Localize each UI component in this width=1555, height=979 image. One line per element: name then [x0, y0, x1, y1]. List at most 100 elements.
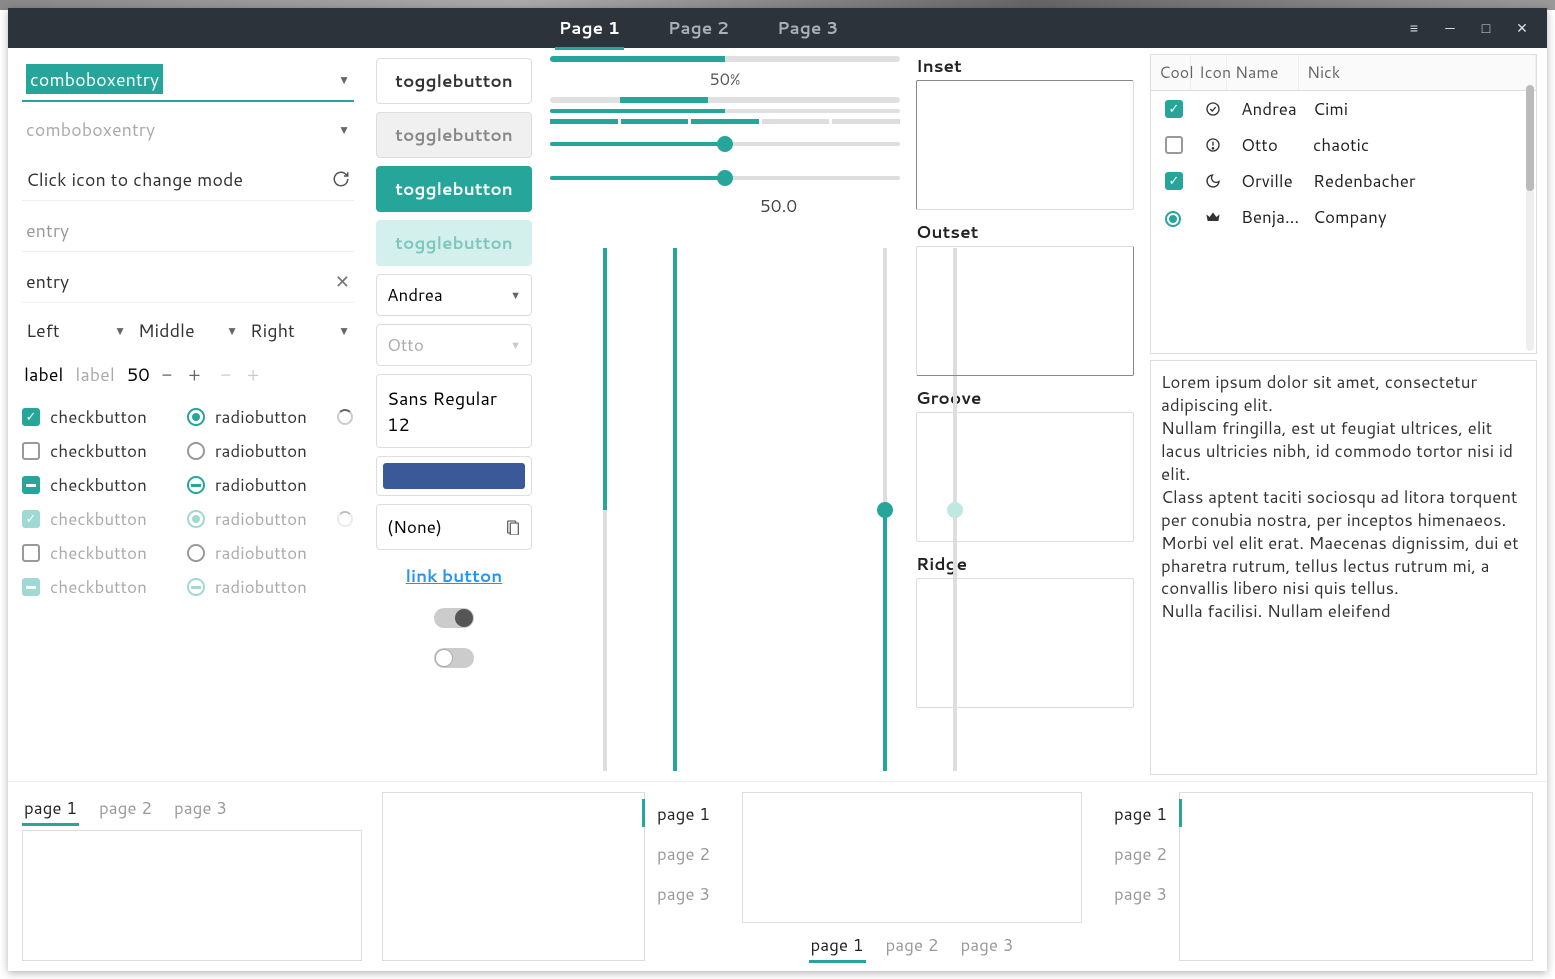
nb-tab[interactable]: page 2 [97, 792, 154, 824]
cell-name: Benja… [1235, 203, 1307, 231]
spinbutton[interactable]: 50 − + [127, 361, 205, 387]
link-button[interactable]: link button [376, 558, 532, 594]
chevron-down-icon: ▼ [510, 337, 521, 353]
right-panel: Cool Icon Name Nick ✓ Andrea Cimi [1140, 48, 1547, 781]
mode-entry[interactable]: Click icon to change mode [22, 158, 354, 201]
scale-vertical-1[interactable] [590, 248, 620, 771]
nb-tab[interactable]: page 1 [655, 798, 712, 830]
chevron-down-icon: ▼ [226, 322, 238, 339]
table-row[interactable]: ✓ Orville Redenbacher [1151, 163, 1536, 199]
entry-text: Click icon to change mode [26, 166, 243, 192]
nb-tab[interactable]: page 2 [655, 838, 712, 870]
radio-label: radiobutton [215, 473, 307, 497]
plus-icon[interactable]: + [184, 361, 204, 387]
checkbutton: ✓checkbutton [22, 507, 147, 531]
frames-panel: Inset Outset Groove Ridge [910, 48, 1140, 781]
cell-nick: Company [1307, 203, 1528, 231]
combo-middle[interactable]: Middle▼ [134, 311, 242, 349]
maximize-button[interactable]: □ [1475, 17, 1497, 39]
hamburger-icon[interactable]: ≡ [1403, 17, 1425, 39]
nb-tab[interactable]: page 2 [884, 929, 941, 961]
togglebutton[interactable]: togglebutton [376, 112, 532, 158]
radiobutton[interactable]: radiobutton [187, 405, 353, 429]
progressbar-activity [550, 97, 900, 103]
nb-tab[interactable]: page 3 [172, 792, 229, 824]
scale-vertical-3[interactable] [870, 248, 900, 771]
column-name[interactable]: Name [1227, 55, 1299, 90]
combo-right[interactable]: Right▼ [246, 311, 354, 349]
clear-icon[interactable]: ✕ [335, 268, 350, 294]
checkbox-icon[interactable]: ✓ [1165, 172, 1183, 190]
nb-tab[interactable]: page 1 [1112, 798, 1169, 830]
radiobutton[interactable]: radiobutton [187, 439, 353, 463]
checkbox-icon[interactable] [1165, 136, 1183, 154]
header-tab-page2[interactable]: Page 2 [664, 8, 733, 48]
column-nick[interactable]: Nick [1299, 55, 1536, 90]
checkbutton[interactable]: ✓checkbutton [22, 405, 147, 429]
comboboxentry-active[interactable]: comboboxentry ▼ [22, 58, 354, 102]
file-chooser-button[interactable]: (None) [376, 504, 532, 550]
checkbutton: checkbutton [22, 575, 147, 599]
entry-with-clear[interactable]: entry ✕ [22, 260, 354, 303]
radio-column: radiobutton radiobutton radiobutton radi… [187, 405, 353, 599]
static-label-dim: label [75, 361, 114, 387]
textview[interactable]: Lorem ipsum dolor sit amet, consectetur … [1150, 360, 1537, 775]
radiobutton[interactable]: radiobutton [187, 473, 353, 497]
switch-off[interactable] [434, 648, 474, 668]
close-button[interactable]: ✕ [1511, 17, 1533, 39]
minus-icon[interactable]: − [158, 361, 177, 387]
nb-page [22, 830, 362, 961]
nb-tab[interactable]: page 3 [959, 929, 1016, 961]
radio-label: radiobutton [215, 405, 307, 429]
plus-icon: + [243, 361, 263, 387]
checkbutton: checkbutton [22, 541, 147, 565]
static-label: label [24, 361, 63, 387]
minimize-button[interactable]: — [1439, 17, 1461, 39]
notebook-top-tabs: page 1 page 2 page 3 [22, 792, 362, 961]
checkbox-icon[interactable]: ✓ [1165, 100, 1183, 118]
togglebutton[interactable]: togglebutton [376, 58, 532, 104]
checkbutton[interactable]: checkbutton [22, 473, 147, 497]
nb-tab[interactable]: page 3 [655, 878, 712, 910]
treeview-header: Cool Icon Name Nick [1151, 55, 1536, 91]
nb-tab[interactable]: page 1 [809, 929, 866, 961]
column-cool[interactable]: Cool [1151, 55, 1191, 90]
checkbutton[interactable]: checkbutton [22, 439, 147, 463]
entry-empty[interactable]: entry [22, 209, 354, 252]
table-row[interactable]: Otto chaotic [1151, 127, 1536, 163]
table-row[interactable]: ✓ Andrea Cimi [1151, 91, 1536, 127]
left-panel: comboboxentry ▼ comboboxentry ▼ Click ic… [8, 48, 368, 781]
frame-inset: Inset [916, 54, 1134, 210]
combo-andrea[interactable]: Andrea▼ [376, 274, 532, 316]
scrollbar[interactable] [1526, 85, 1534, 351]
nb-tab[interactable]: page 1 [22, 792, 79, 824]
notebook-right-tabs: page 1 page 2 page 3 [1102, 792, 1533, 961]
font-button[interactable]: Sans Regular 12 [376, 374, 532, 448]
column-icon[interactable]: Icon [1191, 55, 1227, 90]
color-swatch [383, 463, 525, 489]
header-tab-page3[interactable]: Page 3 [773, 8, 842, 48]
radio-icon [187, 476, 205, 494]
combo-left[interactable]: Left▼ [22, 311, 130, 349]
treeview[interactable]: Cool Icon Name Nick ✓ Andrea Cimi [1150, 54, 1537, 354]
switch-on[interactable] [434, 608, 474, 628]
scale-horizontal-1[interactable] [550, 130, 900, 158]
radio-icon[interactable] [1165, 211, 1181, 227]
checkbox-icon: ✓ [22, 408, 40, 426]
nb-tab[interactable]: page 3 [1112, 878, 1169, 910]
frame-label: Outset [916, 220, 1134, 244]
scale-vertical-2[interactable] [660, 248, 690, 771]
color-button[interactable] [376, 456, 532, 496]
refresh-icon[interactable] [332, 170, 350, 188]
nb-tab[interactable]: page 2 [1112, 838, 1169, 870]
warning-icon [1199, 135, 1235, 155]
table-row[interactable]: Benja… Company [1151, 199, 1536, 235]
comboboxentry-disabled: comboboxentry ▼ [22, 110, 354, 150]
spinner-icon [337, 409, 353, 425]
chevron-down-icon: ▼ [338, 121, 350, 138]
header-tab-page1[interactable]: Page 1 [555, 8, 624, 48]
chevron-down-icon: ▼ [510, 287, 521, 303]
header-tabs: Page 1 Page 2 Page 3 [535, 8, 862, 48]
scale-horizontal-2[interactable] [550, 164, 900, 192]
togglebutton[interactable]: togglebutton [376, 166, 532, 212]
